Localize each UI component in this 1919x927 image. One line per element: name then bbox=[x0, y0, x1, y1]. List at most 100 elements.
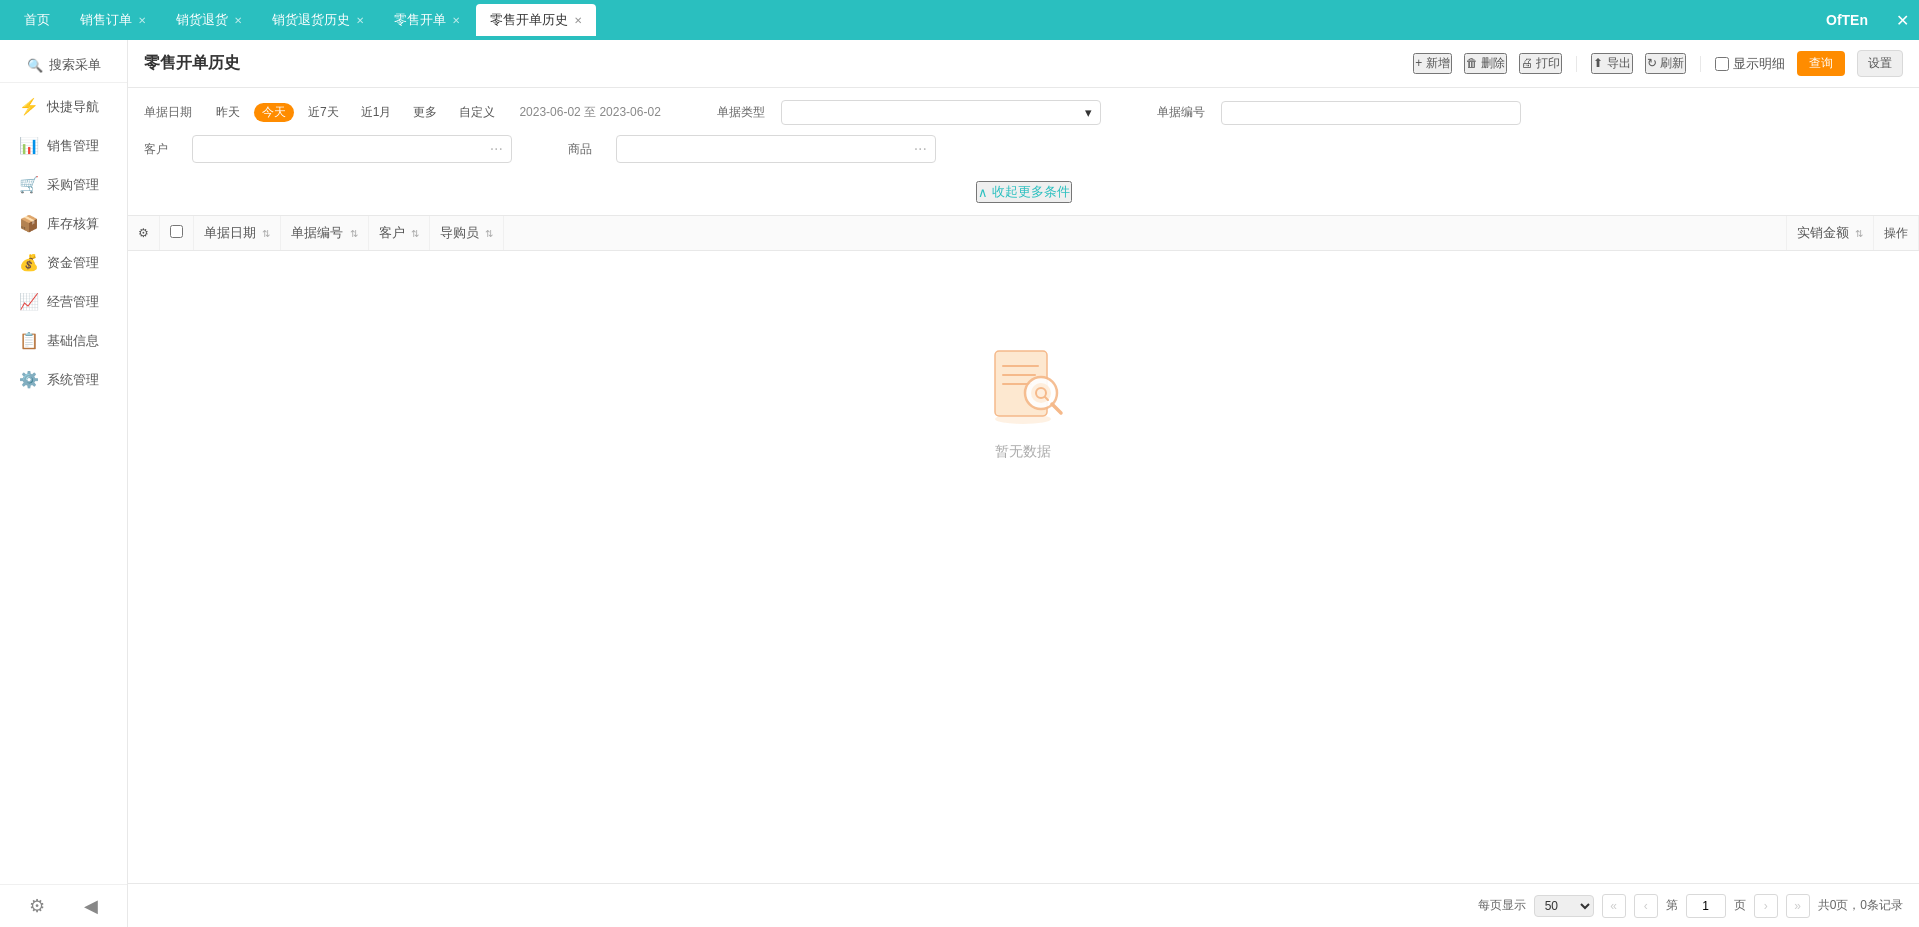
prev-page-btn[interactable]: ‹ bbox=[1634, 894, 1658, 918]
show-detail-text: 显示明细 bbox=[1733, 55, 1785, 73]
top-tab-bar: 首页销售订单✕销货退货✕销货退货历史✕零售开单✕零售开单历史✕ OfTEn ✕ bbox=[0, 0, 1919, 40]
date-sort-icon: ⇅ bbox=[262, 228, 270, 239]
tab-close-retail-open[interactable]: ✕ bbox=[452, 15, 460, 26]
filter-area: 单据日期 昨天 今天 近7天 近1月 更多 自定义 2023-06-02 至 2… bbox=[128, 88, 1919, 216]
sidebar-item-system[interactable]: ⚙️ 系统管理 bbox=[0, 360, 127, 399]
divider-1 bbox=[1576, 56, 1577, 72]
add-button[interactable]: + 新增 bbox=[1413, 53, 1451, 74]
sidebar-icon-quick-nav: ⚡ bbox=[19, 97, 39, 116]
col-number[interactable]: 单据编号 ⇅ bbox=[281, 216, 368, 251]
today-btn[interactable]: 今天 bbox=[254, 103, 294, 122]
settings-button[interactable]: 设置 bbox=[1857, 50, 1903, 77]
col-amount-label: 实销金额 bbox=[1797, 225, 1849, 240]
table-header-row: ⚙ 单据日期 ⇅ 单据编号 ⇅ 客户 ⇅ bbox=[128, 216, 1919, 251]
number-sort-icon: ⇅ bbox=[350, 228, 358, 239]
refresh-button[interactable]: ↻ 刷新 bbox=[1645, 53, 1686, 74]
next-page-btn[interactable]: › bbox=[1754, 894, 1778, 918]
tab-sales-return-history[interactable]: 销货退货历史✕ bbox=[258, 4, 378, 36]
sidebar-item-basic-info[interactable]: 📋 基础信息 bbox=[0, 321, 127, 360]
sidebar-icon-basic-info: 📋 bbox=[19, 331, 39, 350]
divider-2 bbox=[1700, 56, 1701, 72]
tab-sales-order[interactable]: 销售订单✕ bbox=[66, 4, 160, 36]
type-select[interactable]: ▾ bbox=[781, 100, 1101, 125]
sidebar-item-operations[interactable]: 📈 经营管理 bbox=[0, 282, 127, 321]
customer-dots[interactable]: ··· bbox=[490, 140, 503, 158]
tab-retail-history[interactable]: 零售开单历史✕ bbox=[476, 4, 596, 36]
col-spacer bbox=[504, 216, 1786, 251]
page-suffix: 页 bbox=[1734, 897, 1746, 914]
tab-retail-open[interactable]: 零售开单✕ bbox=[380, 4, 474, 36]
sidebar-item-finance[interactable]: 💰 资金管理 bbox=[0, 243, 127, 282]
window-controls: OfTEn ✕ bbox=[1826, 11, 1909, 30]
page-number-input[interactable] bbox=[1686, 894, 1726, 918]
more-btn[interactable]: 更多 bbox=[405, 102, 445, 123]
customer-select[interactable]: ··· bbox=[192, 135, 512, 163]
custom-btn[interactable]: 自定义 bbox=[451, 102, 503, 123]
table-area: ⚙ 单据日期 ⇅ 单据编号 ⇅ 客户 ⇅ bbox=[128, 216, 1919, 883]
col-customer[interactable]: 客户 ⇅ bbox=[368, 216, 429, 251]
goods-select[interactable]: ··· bbox=[616, 135, 936, 163]
empty-text: 暂无数据 bbox=[995, 443, 1051, 461]
empty-cell: 暂无数据 bbox=[128, 251, 1919, 542]
tab-label-sales-return: 销货退货 bbox=[176, 11, 228, 29]
sidebar-collapse-icon[interactable]: ◀ bbox=[84, 895, 98, 917]
salesperson-sort-icon: ⇅ bbox=[485, 228, 493, 239]
col-salesperson[interactable]: 导购员 ⇅ bbox=[430, 216, 504, 251]
type-label: 单据类型 bbox=[717, 104, 765, 121]
col-date[interactable]: 单据日期 ⇅ bbox=[194, 216, 281, 251]
number-input[interactable] bbox=[1221, 101, 1521, 125]
first-page-btn[interactable]: « bbox=[1602, 894, 1626, 918]
last7-btn[interactable]: 近7天 bbox=[300, 102, 347, 123]
print-button[interactable]: 🖨 打印 bbox=[1519, 53, 1562, 74]
sidebar-search[interactable]: 🔍 搜索采单 bbox=[0, 48, 127, 83]
goods-label: 商品 bbox=[568, 141, 592, 158]
total-info: 共0页，0条记录 bbox=[1818, 897, 1903, 914]
per-page-select[interactable]: 50 10 20 100 bbox=[1534, 895, 1594, 917]
tab-close-sales-return[interactable]: ✕ bbox=[234, 15, 242, 26]
sidebar-item-quick-nav[interactable]: ⚡ 快捷导航 bbox=[0, 87, 127, 126]
tab-sales-return[interactable]: 销货退货 ✕ bbox=[162, 4, 256, 36]
sidebar-item-sales-mgmt[interactable]: 📊 销售管理 bbox=[0, 126, 127, 165]
tab-close-sales-order[interactable]: ✕ bbox=[138, 15, 146, 26]
show-detail-checkbox[interactable] bbox=[1715, 57, 1729, 71]
sidebar-item-inventory[interactable]: 📦 库存核算 bbox=[0, 204, 127, 243]
win-close-btn[interactable]: ✕ bbox=[1896, 11, 1909, 30]
sidebar-icon-system: ⚙️ bbox=[19, 370, 39, 389]
date-buttons: 昨天 今天 近7天 近1月 更多 自定义 bbox=[208, 102, 503, 123]
content-area: 零售开单历史 + 新增 🗑 删除 🖨 打印 ⬆ 导出 ↻ 刷新 显示明细 查询 … bbox=[128, 40, 1919, 927]
export-button[interactable]: ⬆ 导出 bbox=[1591, 53, 1632, 74]
goods-dots[interactable]: ··· bbox=[914, 140, 927, 158]
sidebar-bottom: ⚙ ◀ bbox=[0, 884, 127, 927]
collapse-row: ∧ 收起更多条件 bbox=[144, 173, 1903, 207]
sidebar-label-inventory: 库存核算 bbox=[47, 215, 99, 233]
tab-close-sales-return-history[interactable]: ✕ bbox=[356, 15, 364, 26]
yesterday-btn[interactable]: 昨天 bbox=[208, 102, 248, 123]
empty-row: 暂无数据 bbox=[128, 251, 1919, 542]
sidebar-icon-sales-mgmt: 📊 bbox=[19, 136, 39, 155]
sidebar-settings-icon[interactable]: ⚙ bbox=[29, 895, 45, 917]
tab-home[interactable]: 首页 bbox=[10, 4, 64, 36]
svg-line-8 bbox=[1052, 404, 1061, 413]
last-page-btn[interactable]: » bbox=[1786, 894, 1810, 918]
col-amount[interactable]: 实销金额 ⇅ bbox=[1786, 216, 1873, 251]
per-page-label: 每页显示 bbox=[1478, 897, 1526, 914]
col-number-label: 单据编号 bbox=[291, 225, 343, 240]
select-all-checkbox[interactable] bbox=[170, 225, 183, 238]
search-icon: 🔍 bbox=[27, 58, 43, 73]
empty-svg bbox=[973, 331, 1073, 431]
sidebar-label-system: 系统管理 bbox=[47, 371, 99, 389]
data-table: ⚙ 单据日期 ⇅ 单据编号 ⇅ 客户 ⇅ bbox=[128, 216, 1919, 541]
tab-close-retail-history[interactable]: ✕ bbox=[574, 15, 582, 26]
customer-label: 客户 bbox=[144, 141, 168, 158]
collapse-button[interactable]: ∧ 收起更多条件 bbox=[976, 181, 1072, 203]
col-checkbox[interactable] bbox=[160, 216, 194, 251]
show-detail-label: 显示明细 bbox=[1715, 55, 1785, 73]
query-button[interactable]: 查询 bbox=[1797, 51, 1845, 76]
sidebar-label-sales-mgmt: 销售管理 bbox=[47, 137, 99, 155]
empty-state: 暂无数据 bbox=[128, 251, 1919, 541]
col-settings[interactable]: ⚙ bbox=[128, 216, 160, 251]
sidebar-item-purchase-mgmt[interactable]: 🛒 采购管理 bbox=[0, 165, 127, 204]
last-month-btn[interactable]: 近1月 bbox=[353, 102, 400, 123]
page-label: 第 bbox=[1666, 897, 1678, 914]
delete-button[interactable]: 🗑 删除 bbox=[1464, 53, 1507, 74]
